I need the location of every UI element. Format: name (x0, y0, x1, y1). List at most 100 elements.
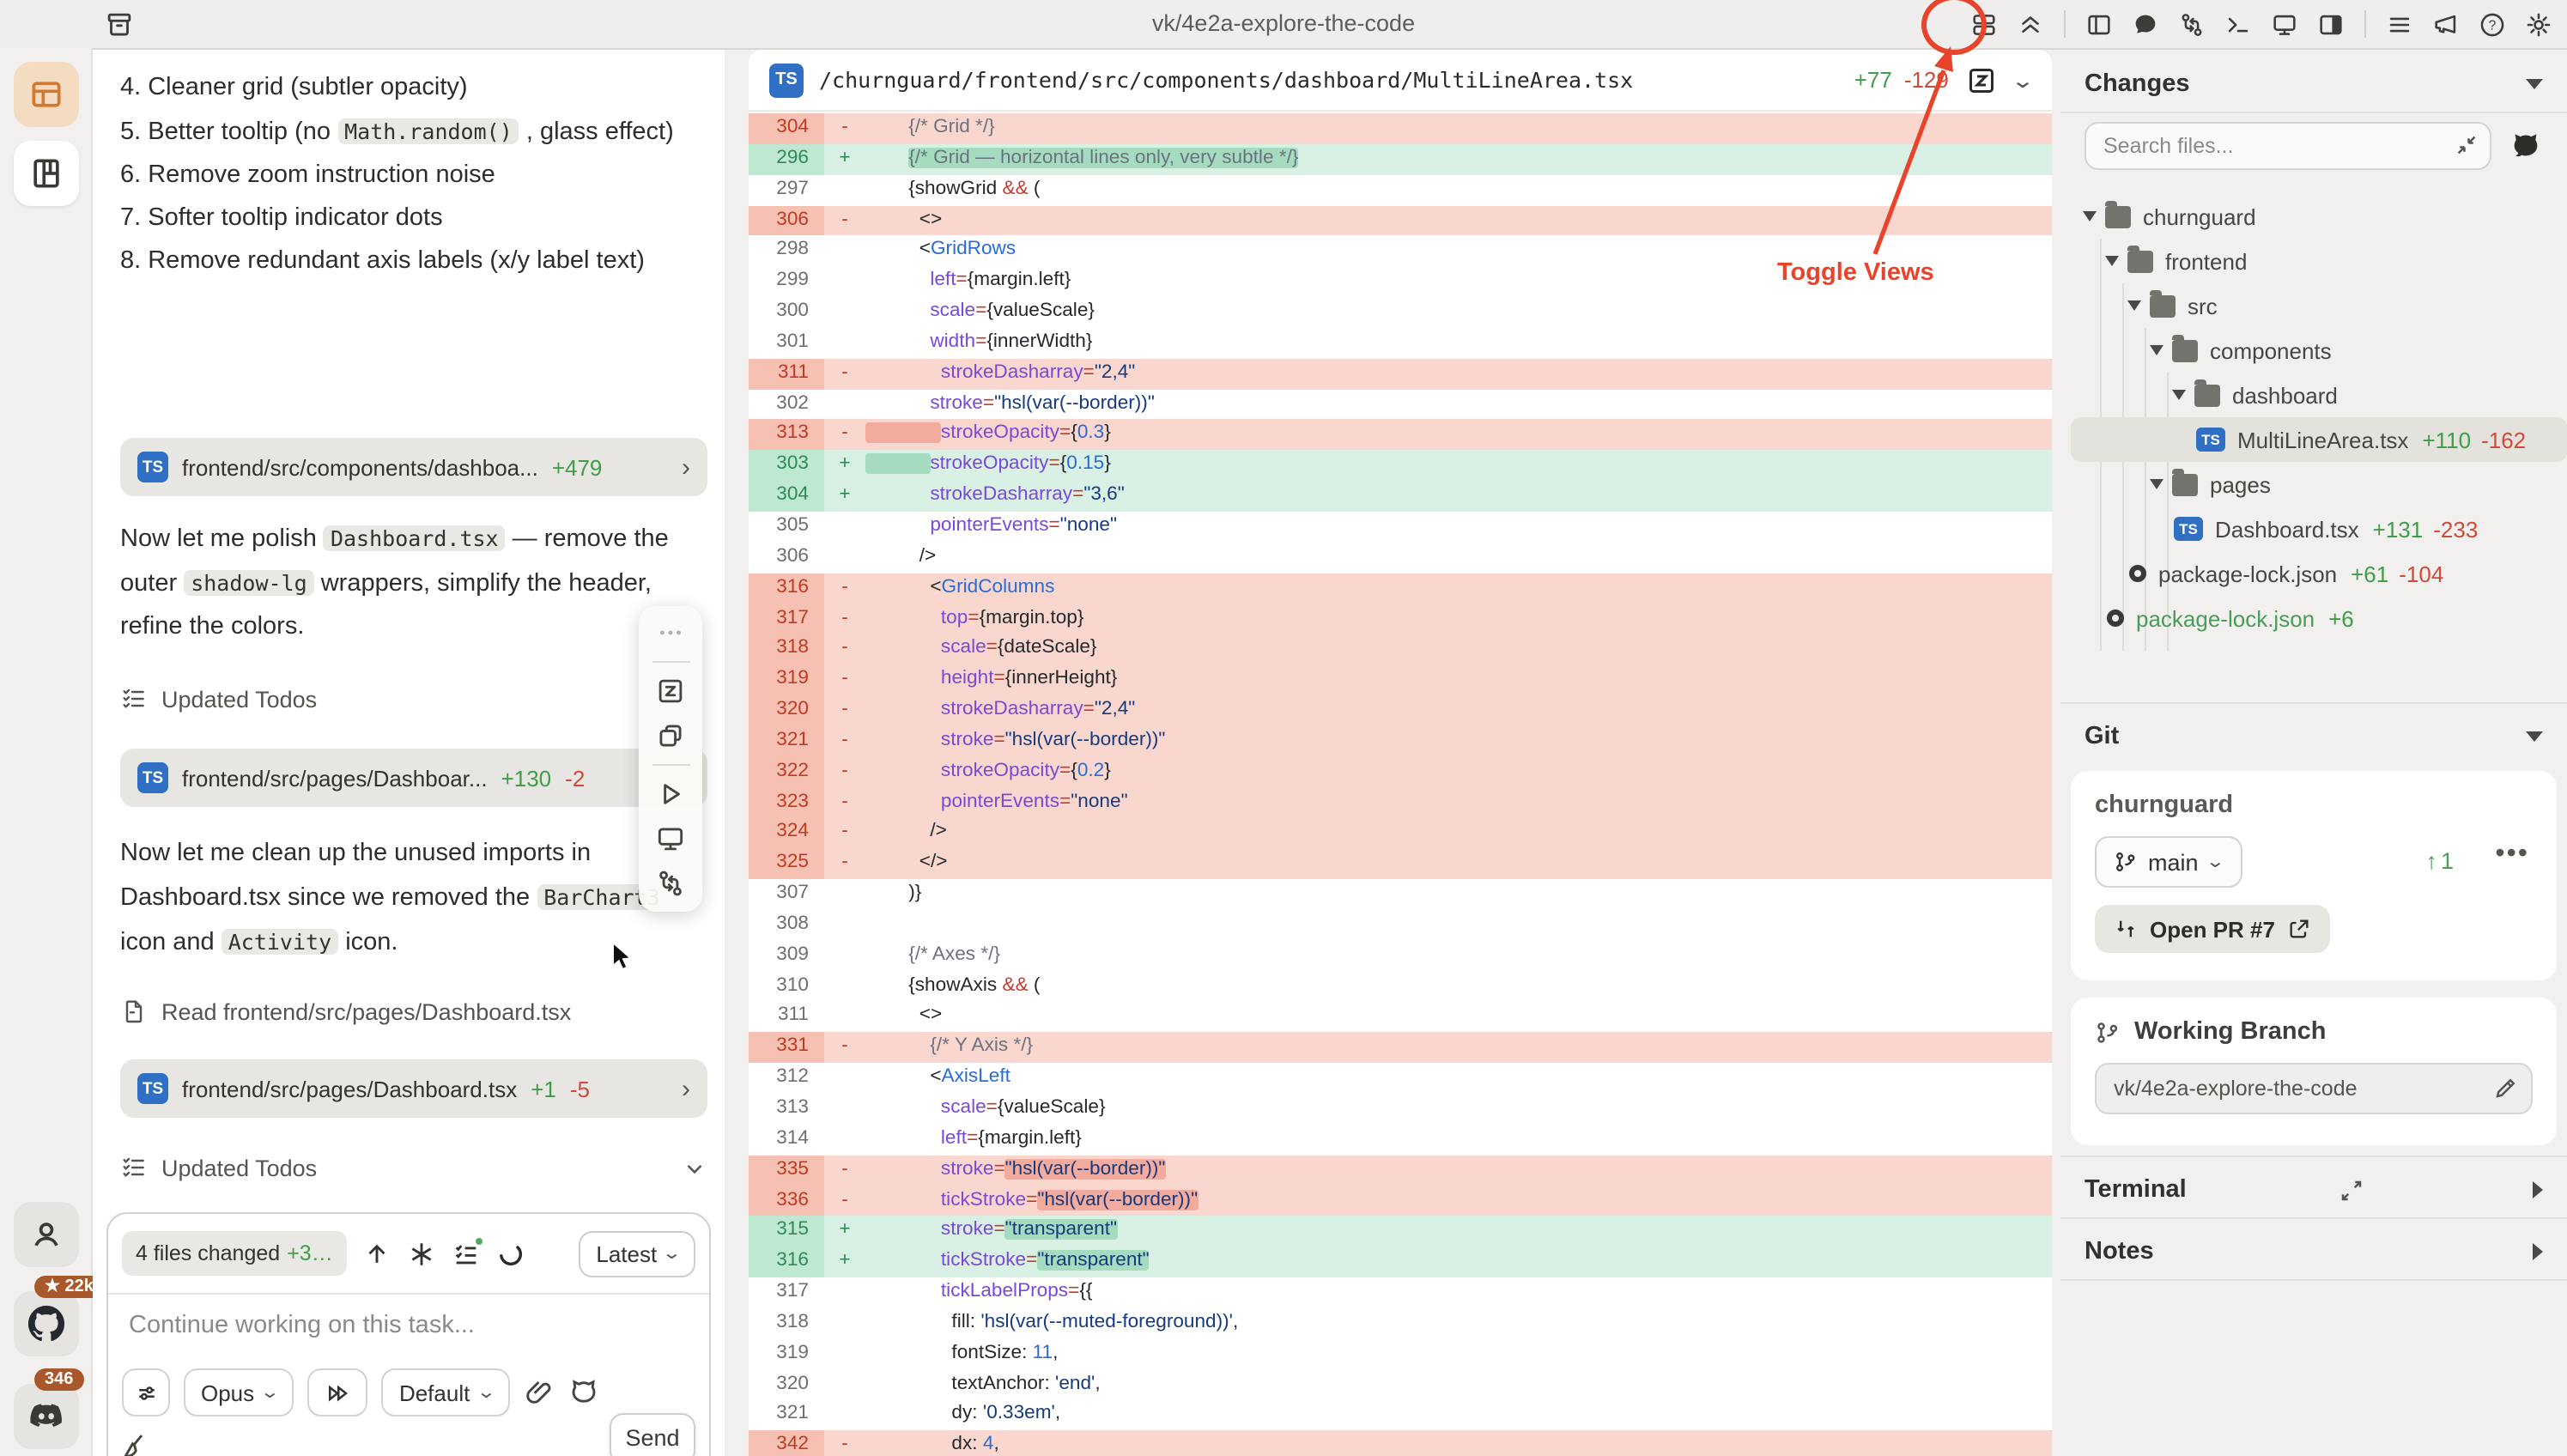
archive-box-icon[interactable] (103, 9, 136, 41)
model-label: Opus (201, 1380, 254, 1405)
kanban-view-button[interactable] (14, 141, 79, 206)
diff-sign (824, 1063, 865, 1094)
tree-item-dashboard-tsx[interactable]: TSDashboard.tsx+131-233 (2071, 507, 2567, 551)
diff-sign (824, 512, 865, 543)
mode-select[interactable]: Default ⌄ (382, 1368, 510, 1417)
file-name: churnguard (2143, 203, 2256, 229)
chevron-down-icon[interactable]: ⌄ (2011, 68, 2035, 92)
panel-left-icon[interactable] (2081, 6, 2117, 42)
diff-file-path: /churnguard/frontend/src/components/dash… (819, 67, 1633, 93)
code-text: {showGrid && ( (865, 174, 2052, 205)
document-icon (120, 998, 148, 1025)
expand-icon[interactable] (2338, 1177, 2364, 1203)
todo-status-icon[interactable] (452, 1239, 481, 1268)
cat-icon[interactable] (2509, 129, 2543, 163)
tree-item-package-lock-json[interactable]: package-lock.json+61-104 (2071, 551, 2567, 596)
broom-icon[interactable] (118, 1430, 149, 1456)
tree-item-package-lock-json[interactable]: package-lock.json+6 (2071, 596, 2567, 640)
monitor-icon[interactable] (2267, 6, 2303, 42)
diff-content[interactable]: 304- {/* Grid */}296+ {/* Grid — horizon… (749, 113, 2052, 1456)
expand-triangle-icon[interactable] (2127, 300, 2141, 311)
scroll-up-icon[interactable] (362, 1239, 391, 1268)
code-text: {/* Grid — horizontal lines only, very s… (865, 144, 2052, 175)
mode-label: Default (399, 1380, 470, 1405)
search-input[interactable] (2085, 122, 2491, 170)
diff-line: 304- {/* Grid */} (749, 113, 2052, 144)
code-text: strokeOpacity={0.15} (865, 451, 2052, 482)
expand-triangle-icon[interactable] (2150, 479, 2163, 489)
fast-forward-button[interactable] (308, 1368, 368, 1417)
read-file-row[interactable]: Read frontend/src/pages/Dashboard.tsx (120, 991, 707, 1032)
line-number: 304 (749, 481, 824, 512)
expand-triangle-icon[interactable] (2172, 390, 2186, 400)
diff-line: 319 fontSize: 11, (749, 1339, 2052, 1370)
spark-icon[interactable] (407, 1239, 436, 1268)
person-icon (27, 1216, 65, 1253)
chevron-right-icon: › (682, 452, 690, 482)
chat-bubble-icon[interactable] (2127, 6, 2163, 42)
model-select[interactable]: Opus ⌄ (184, 1368, 294, 1417)
github-button[interactable]: ★ 22k (14, 1291, 79, 1356)
diff-line: 318 fill: 'hsl(var(--muted-foreground))'… (749, 1308, 2052, 1339)
layout-view-button[interactable] (14, 62, 79, 127)
megaphone-icon[interactable] (2428, 6, 2464, 42)
tree-item-churnguard[interactable]: churnguard (2071, 194, 2567, 239)
tree-item-components[interactable]: components (2071, 328, 2567, 373)
discord-button[interactable]: 346 (14, 1384, 79, 1449)
terminal-icon[interactable] (2220, 6, 2256, 42)
expand-triangle-icon[interactable] (2105, 256, 2119, 266)
notes-section-header[interactable]: Notes (2060, 1231, 2567, 1272)
tune-button[interactable] (122, 1368, 170, 1417)
attach-icon[interactable] (524, 1377, 555, 1408)
tree-item-multilinearea-tsx[interactable]: TSMultiLineArea.tsx+110-162 (2071, 417, 2567, 462)
tree-item-src[interactable]: src (2071, 283, 2567, 328)
line-number: 313 (749, 420, 824, 451)
monitor-icon[interactable] (654, 822, 687, 855)
open-pr-button[interactable]: Open PR #7 (2095, 905, 2330, 953)
files-changed-chip[interactable]: 4 files changed +3… (122, 1231, 347, 1276)
logo-view-icon[interactable] (1964, 63, 1999, 97)
collapse-tree-icon[interactable] (2454, 132, 2479, 158)
play-icon[interactable] (654, 778, 687, 810)
panel-right-icon[interactable] (2313, 6, 2349, 42)
expand-triangle-icon[interactable] (2083, 211, 2097, 221)
removed-count: -2 (565, 765, 585, 791)
more-options-icon[interactable]: ••• (2495, 840, 2529, 871)
changes-section-header[interactable]: Changes (2060, 64, 2567, 105)
git-compare-icon[interactable] (654, 867, 687, 900)
diff-sign: - (824, 1431, 865, 1456)
account-button[interactable] (14, 1202, 79, 1267)
logo-icon[interactable] (654, 675, 687, 707)
menu-icon[interactable] (2382, 6, 2418, 42)
sliders-icon (133, 1380, 159, 1405)
git-section-header[interactable]: Git (2060, 716, 2567, 757)
send-button[interactable]: Send (610, 1413, 695, 1456)
file-change-chip[interactable]: TSfrontend/src/pages/Dashboard.tsx+1-5› (120, 1059, 707, 1118)
tree-item-frontend[interactable]: frontend (2071, 239, 2567, 283)
chevron-down-icon[interactable] (682, 1155, 707, 1180)
file-change-chip[interactable]: TSfrontend/src/components/dashboa...+479… (120, 438, 707, 496)
updated-todos-row[interactable]: Updated Todos (120, 1147, 707, 1188)
line-number: 299 (749, 266, 824, 297)
tree-item-dashboard[interactable]: dashboard (2071, 373, 2567, 417)
folder-icon (2194, 384, 2220, 406)
updated-todos-row[interactable]: Updated Todos (120, 678, 707, 719)
settings-icon[interactable] (2521, 6, 2557, 42)
branch-select[interactable]: main ⌄ (2095, 836, 2242, 888)
edit-pencil-icon[interactable] (2493, 1075, 2519, 1101)
line-number: 303 (749, 451, 824, 482)
collapse-up-icon[interactable] (2012, 6, 2048, 42)
version-select[interactable]: Latest ⌄ (579, 1230, 695, 1277)
copy-icon[interactable] (654, 719, 687, 752)
help-icon[interactable]: ? (2474, 6, 2510, 42)
message-input[interactable]: Continue working on this task... (129, 1312, 475, 1339)
file-change-chip[interactable]: TSfrontend/src/pages/Dashboar...+130-2 (120, 749, 707, 807)
working-branch-input[interactable] (2095, 1063, 2533, 1114)
tree-item-pages[interactable]: pages (2071, 462, 2567, 507)
expand-triangle-icon[interactable] (2150, 345, 2163, 355)
terminal-section-header[interactable]: Terminal (2060, 1169, 2567, 1210)
cat-icon[interactable] (568, 1377, 599, 1408)
code-text: strokeDasharray="2,4" (865, 359, 2052, 390)
git-compare-icon[interactable] (2174, 6, 2210, 42)
diff-sign (824, 879, 865, 910)
